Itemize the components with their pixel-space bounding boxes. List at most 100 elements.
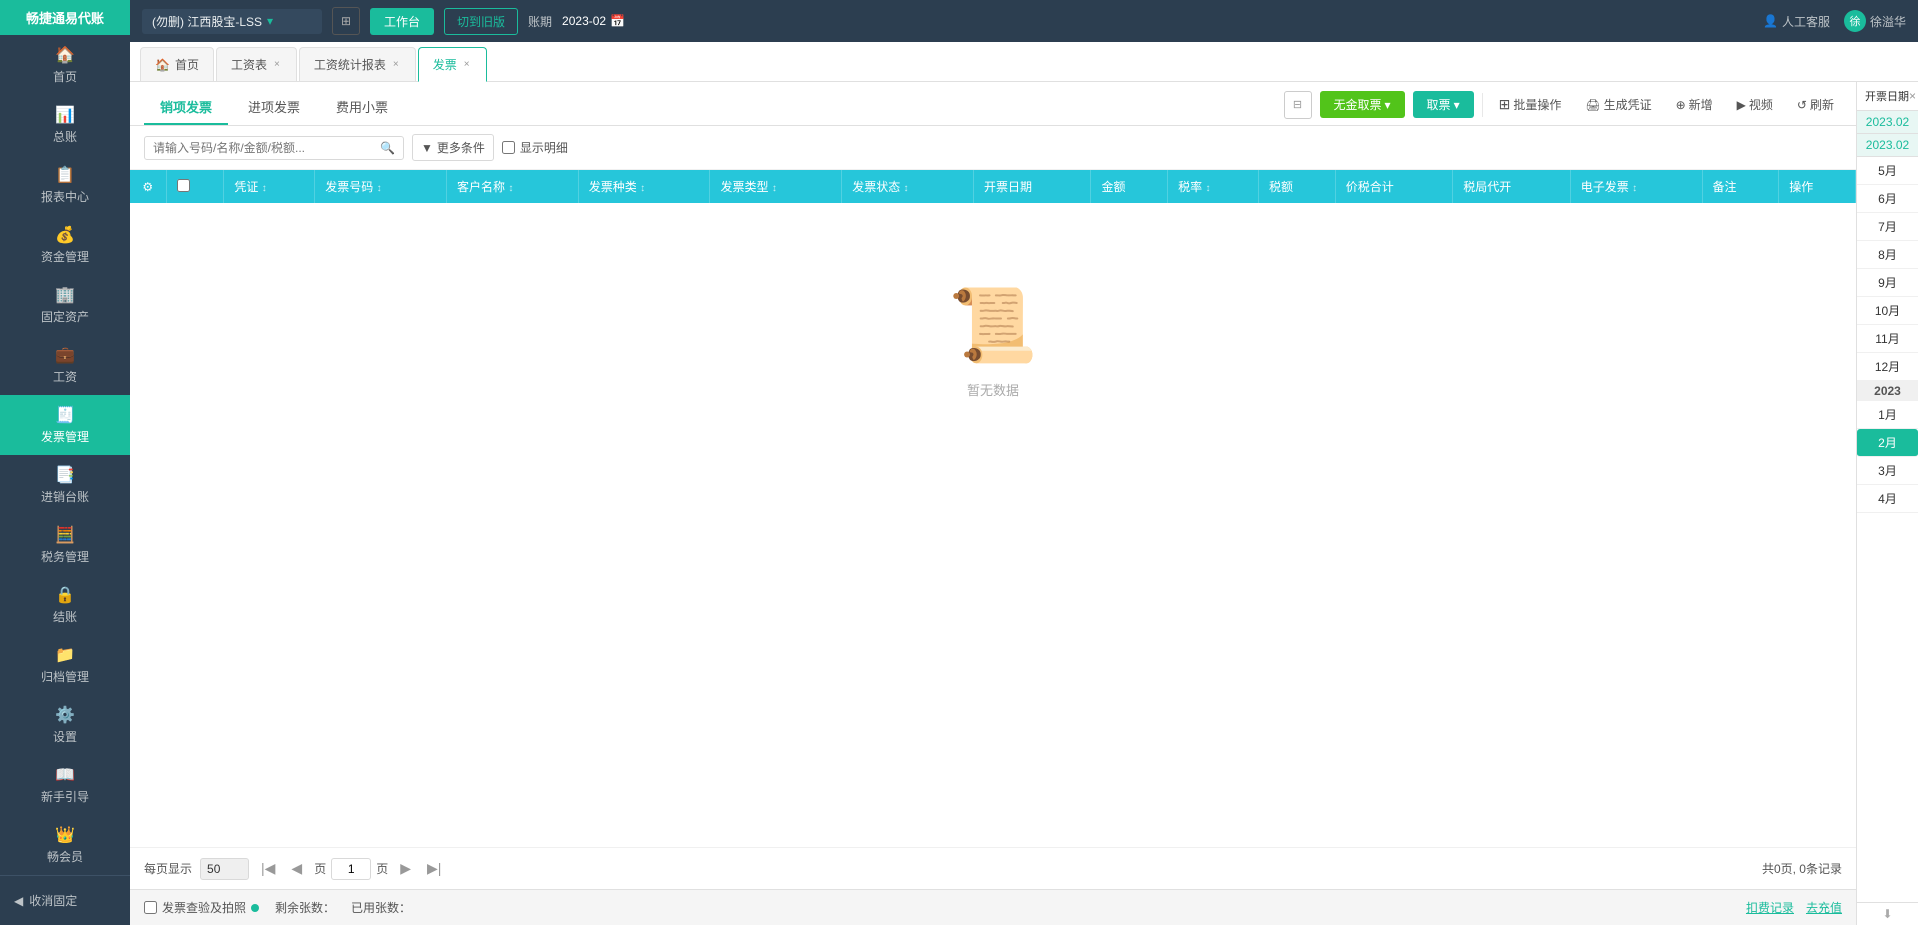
col-open-date[interactable]: 开票日期	[973, 170, 1091, 203]
customer-service-btn[interactable]: 👤 人工客服	[1763, 13, 1830, 30]
sidebar-item-salary[interactable]: 💼 工资	[0, 335, 130, 395]
company-selector[interactable]: (勿删) 江西股宝-LSS ▾	[142, 9, 322, 34]
date-panel-title: 开票日期	[1865, 88, 1909, 104]
sidebar-item-reports[interactable]: 📋 报表中心	[0, 155, 130, 215]
app-logo: 畅捷通易代账	[0, 0, 130, 35]
period-value-wrap[interactable]: 2023-02 📅	[562, 14, 625, 28]
sidebar-item-funds[interactable]: 💰 资金管理	[0, 215, 130, 275]
month-5[interactable]: 5月	[1857, 157, 1918, 185]
salary-stats-tab-close[interactable]: ×	[391, 59, 401, 70]
switch-version-button[interactable]: 切到旧版	[444, 8, 518, 35]
per-page-select[interactable]: 50 100 200	[200, 858, 249, 880]
sidebar-item-vip[interactable]: 👑 畅会员	[0, 815, 130, 875]
month-2-active[interactable]: 2月	[1857, 429, 1918, 457]
subtab-expense[interactable]: 费用小票	[320, 90, 404, 125]
total-label: 共0页, 0条记录	[1762, 860, 1842, 877]
month-1[interactable]: 1月	[1857, 401, 1918, 429]
salary-tab-close[interactable]: ×	[272, 59, 282, 70]
month-10[interactable]: 10月	[1857, 297, 1918, 325]
sidebar-item-label: 固定资产	[41, 308, 89, 325]
grid-view-btn[interactable]: ⊞	[332, 7, 360, 35]
sidebar-item-ledger[interactable]: 📊 总账	[0, 95, 130, 155]
col-settings[interactable]: ⚙	[130, 170, 166, 203]
month-8[interactable]: 8月	[1857, 241, 1918, 269]
col-voucher[interactable]: 凭证	[224, 170, 315, 203]
invoice-check-checkbox[interactable]	[144, 901, 157, 914]
more-filters-btn[interactable]: ▼ 更多条件	[412, 134, 494, 161]
col-tax-rate[interactable]: 税率	[1168, 170, 1259, 203]
sidebar-item-settings[interactable]: ⚙️ 设置	[0, 695, 130, 755]
show-detail-label: 显示明细	[520, 139, 568, 156]
subtab-sales[interactable]: 销项发票	[144, 90, 228, 125]
topbar-right: 👤 人工客服 徐 徐溢华	[1763, 10, 1906, 32]
month-11[interactable]: 11月	[1857, 325, 1918, 353]
sidebar-item-assets[interactable]: 🏢 固定资产	[0, 275, 130, 335]
user-avatar-btn[interactable]: 徐 徐溢华	[1844, 10, 1906, 32]
tab-salary-stats[interactable]: 工资统计报表 ×	[299, 47, 416, 81]
salary-stats-tab-label: 工资统计报表	[314, 56, 386, 73]
sidebar-item-tax[interactable]: 🧮 税务管理	[0, 515, 130, 575]
show-detail-checkbox-wrap[interactable]: 显示明细	[502, 139, 568, 156]
no-tax-ticket-btn[interactable]: 无金取票 ▾	[1320, 91, 1405, 118]
subtab-purchase[interactable]: 进项发票	[232, 90, 316, 125]
next-page-btn[interactable]: ▶	[396, 860, 415, 877]
batch-op-btn[interactable]: ⊞ 批量操作	[1491, 91, 1570, 118]
month-9[interactable]: 9月	[1857, 269, 1918, 297]
sidebar-item-home[interactable]: 🏠 首页	[0, 35, 130, 95]
prev-page-btn[interactable]: ◀	[287, 860, 306, 877]
search-input[interactable]	[153, 141, 375, 155]
sidebar-item-sales-ledger[interactable]: 📑 进销台账	[0, 455, 130, 515]
refresh-btn[interactable]: ↺ 刷新	[1789, 91, 1842, 118]
tab-salary[interactable]: 工资表 ×	[216, 47, 297, 81]
get-ticket-btn[interactable]: 取票 ▾	[1413, 91, 1474, 118]
sidebar-item-guide[interactable]: 📖 新手引导	[0, 755, 130, 815]
month-6[interactable]: 6月	[1857, 185, 1918, 213]
date-panel-close-btn[interactable]: ×	[1909, 89, 1916, 103]
col-tax-total[interactable]: 价税合计	[1335, 170, 1453, 203]
col-inv-category[interactable]: 发票类型	[710, 170, 842, 203]
select-all-checkbox[interactable]	[177, 179, 190, 192]
col-actions[interactable]: 操作	[1779, 170, 1856, 203]
month-12[interactable]: 12月	[1857, 353, 1918, 381]
selected-date-top1[interactable]: 2023.02	[1857, 111, 1918, 134]
new-invoice-btn[interactable]: ⊕ 新增	[1668, 91, 1721, 118]
month-3[interactable]: 3月	[1857, 457, 1918, 485]
col-checkbox[interactable]	[166, 170, 224, 203]
selected-date-top2[interactable]: 2023.02	[1857, 134, 1918, 157]
month-4[interactable]: 4月	[1857, 485, 1918, 513]
recharge-link[interactable]: 去充值	[1806, 899, 1842, 916]
show-detail-checkbox[interactable]	[502, 141, 515, 154]
col-amount[interactable]: 金额	[1091, 170, 1168, 203]
col-note[interactable]: 备注	[1702, 170, 1779, 203]
sidebar-collapse-btn[interactable]: ◀ 收消固定	[0, 884, 130, 917]
tab-home[interactable]: 🏠 首页	[140, 47, 214, 81]
new-invoice-icon: ⊕	[1676, 98, 1686, 112]
sidebar-item-archive[interactable]: 📁 归档管理	[0, 635, 130, 695]
last-page-btn[interactable]: ▶|	[423, 860, 445, 877]
fee-record-link[interactable]: 扣费记录	[1746, 899, 1794, 916]
sidebar-item-invoice-mgmt[interactable]: 🧾 发票管理	[0, 395, 130, 455]
company-name: (勿删) 江西股宝-LSS	[152, 13, 262, 30]
video-btn[interactable]: ▶ 视频	[1729, 91, 1781, 118]
month-list: 5月 6月 7月 8月 9月 10月 11月 12月 2023 1月 2月 3月…	[1857, 157, 1918, 902]
sidebar-item-label: 畅会员	[47, 848, 83, 865]
col-tax-code[interactable]: 税局代开	[1453, 170, 1571, 203]
scroll-down-btn[interactable]: ⬇	[1857, 902, 1918, 925]
col-inv-status[interactable]: 发票状态	[842, 170, 974, 203]
sidebar-item-label: 归档管理	[41, 668, 89, 685]
col-inv-number[interactable]: 发票号码	[315, 170, 447, 203]
tab-invoice[interactable]: 发票 ×	[418, 47, 487, 82]
col-tax[interactable]: 税额	[1259, 170, 1336, 203]
invoice-tab-close[interactable]: ×	[462, 59, 472, 70]
col-inv-type[interactable]: 发票种类	[578, 170, 710, 203]
gen-voucher-btn[interactable]: 🖨 生成凭证	[1577, 91, 1659, 118]
sidebar-item-closing[interactable]: 🔒 结账	[0, 575, 130, 635]
empty-illustration: 📜	[948, 283, 1038, 368]
col-customer[interactable]: 客户名称	[447, 170, 579, 203]
page-input[interactable]	[331, 858, 371, 880]
subtab-grid-icon[interactable]: ⊟	[1284, 91, 1312, 119]
workbench-button[interactable]: 工作台	[370, 8, 434, 35]
month-7[interactable]: 7月	[1857, 213, 1918, 241]
col-e-invoice[interactable]: 电子发票	[1570, 170, 1702, 203]
first-page-btn[interactable]: |◀	[257, 860, 279, 877]
